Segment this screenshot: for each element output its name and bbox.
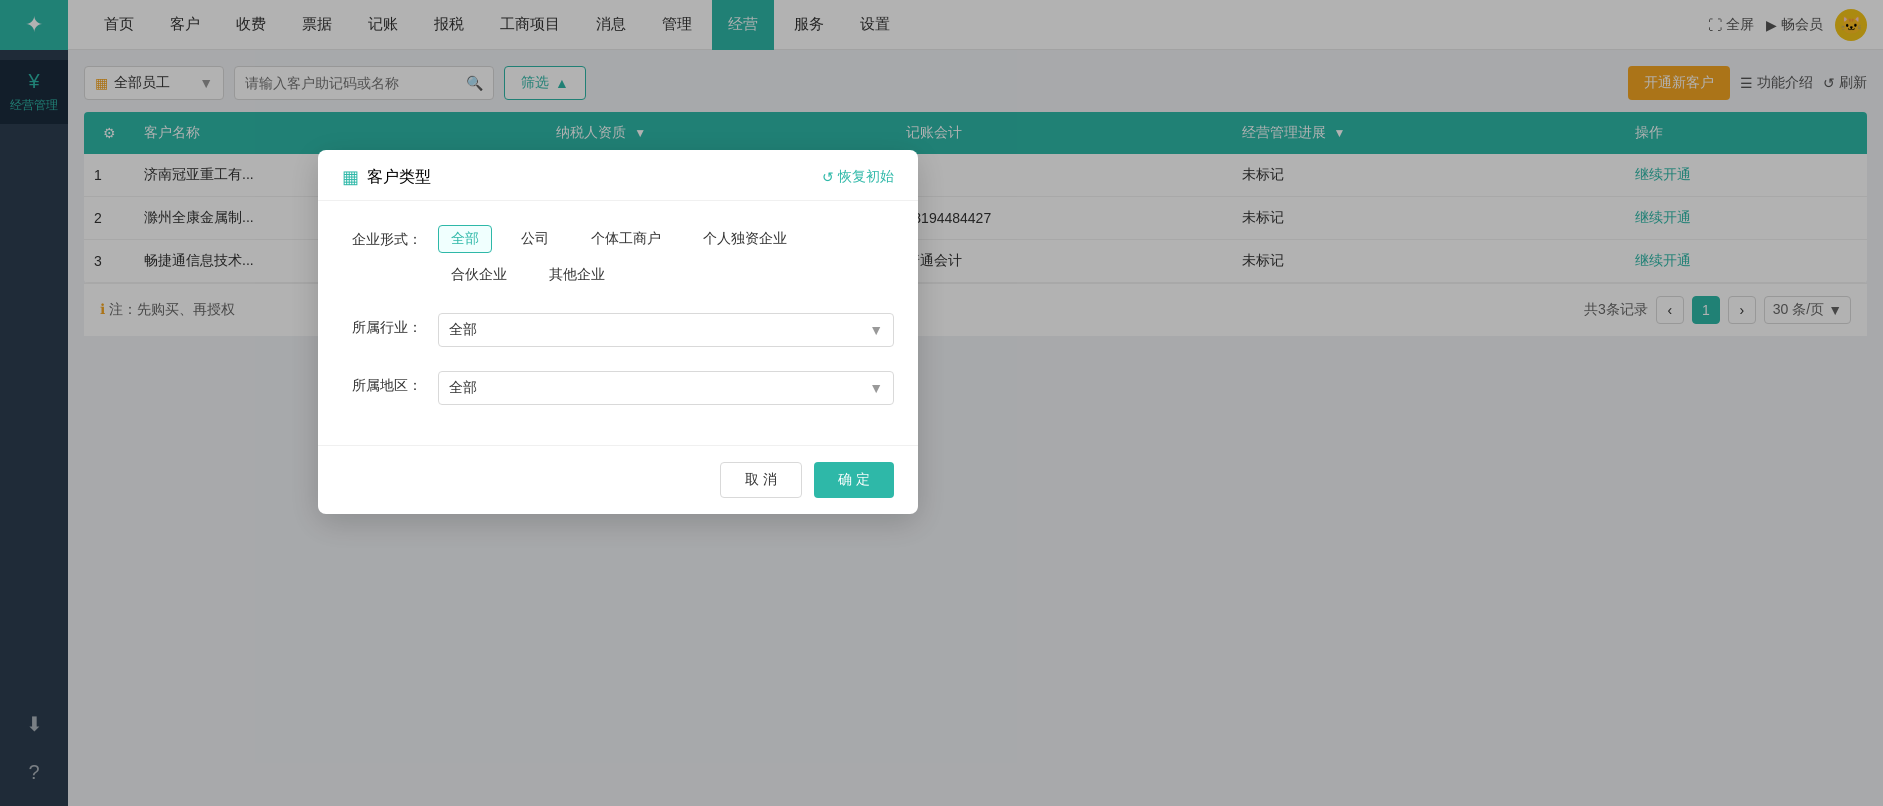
- industry-select-wrap: 全部 ▼: [438, 313, 894, 347]
- modal-overlay: ▦ 客户类型 ↺ 恢复初始 企业形式： 全部公司个体工商户个人独资企业合伙企业其…: [0, 0, 1883, 806]
- modal-footer: 取 消 确 定: [318, 445, 918, 514]
- modal-reset-btn[interactable]: ↺ 恢复初始: [822, 168, 894, 186]
- cancel-btn[interactable]: 取 消: [720, 462, 802, 498]
- modal-header: ▦ 客户类型 ↺ 恢复初始: [318, 150, 918, 201]
- customer-type-modal: ▦ 客户类型 ↺ 恢复初始 企业形式： 全部公司个体工商户个人独资企业合伙企业其…: [318, 150, 918, 514]
- enterprise-option-个人独资企业[interactable]: 个人独资企业: [690, 225, 800, 253]
- reset-label: 恢复初始: [838, 168, 894, 186]
- reset-icon: ↺: [822, 169, 834, 185]
- region-select[interactable]: 全部 ▼: [438, 371, 894, 405]
- enterprise-option-公司[interactable]: 公司: [508, 225, 562, 253]
- industry-label: 所属行业：: [342, 313, 422, 337]
- enterprise-option-合伙企业[interactable]: 合伙企业: [438, 261, 520, 289]
- enterprise-option-个体工商户[interactable]: 个体工商户: [578, 225, 674, 253]
- industry-select[interactable]: 全部 ▼: [438, 313, 894, 347]
- industry-form-row: 所属行业： 全部 ▼: [342, 313, 894, 347]
- region-value: 全部: [449, 379, 869, 397]
- enterprise-radio-group: 全部公司个体工商户个人独资企业合伙企业其他企业: [438, 225, 894, 289]
- enterprise-form-row: 企业形式： 全部公司个体工商户个人独资企业合伙企业其他企业: [342, 225, 894, 289]
- industry-arrow-icon: ▼: [869, 322, 883, 338]
- modal-body: 企业形式： 全部公司个体工商户个人独资企业合伙企业其他企业 所属行业： 全部 ▼: [318, 201, 918, 445]
- confirm-btn[interactable]: 确 定: [814, 462, 894, 498]
- region-form-row: 所属地区： 全部 ▼: [342, 371, 894, 405]
- region-arrow-icon: ▼: [869, 380, 883, 396]
- modal-title: 客户类型: [367, 167, 431, 188]
- region-label: 所属地区：: [342, 371, 422, 395]
- modal-title-icon: ▦: [342, 166, 359, 188]
- industry-value: 全部: [449, 321, 869, 339]
- enterprise-option-全部[interactable]: 全部: [438, 225, 492, 253]
- enterprise-label: 企业形式：: [342, 225, 422, 249]
- modal-title-area: ▦ 客户类型: [342, 166, 431, 188]
- enterprise-option-其他企业[interactable]: 其他企业: [536, 261, 618, 289]
- enterprise-options: 全部公司个体工商户个人独资企业合伙企业其他企业: [438, 225, 894, 289]
- region-select-wrap: 全部 ▼: [438, 371, 894, 405]
